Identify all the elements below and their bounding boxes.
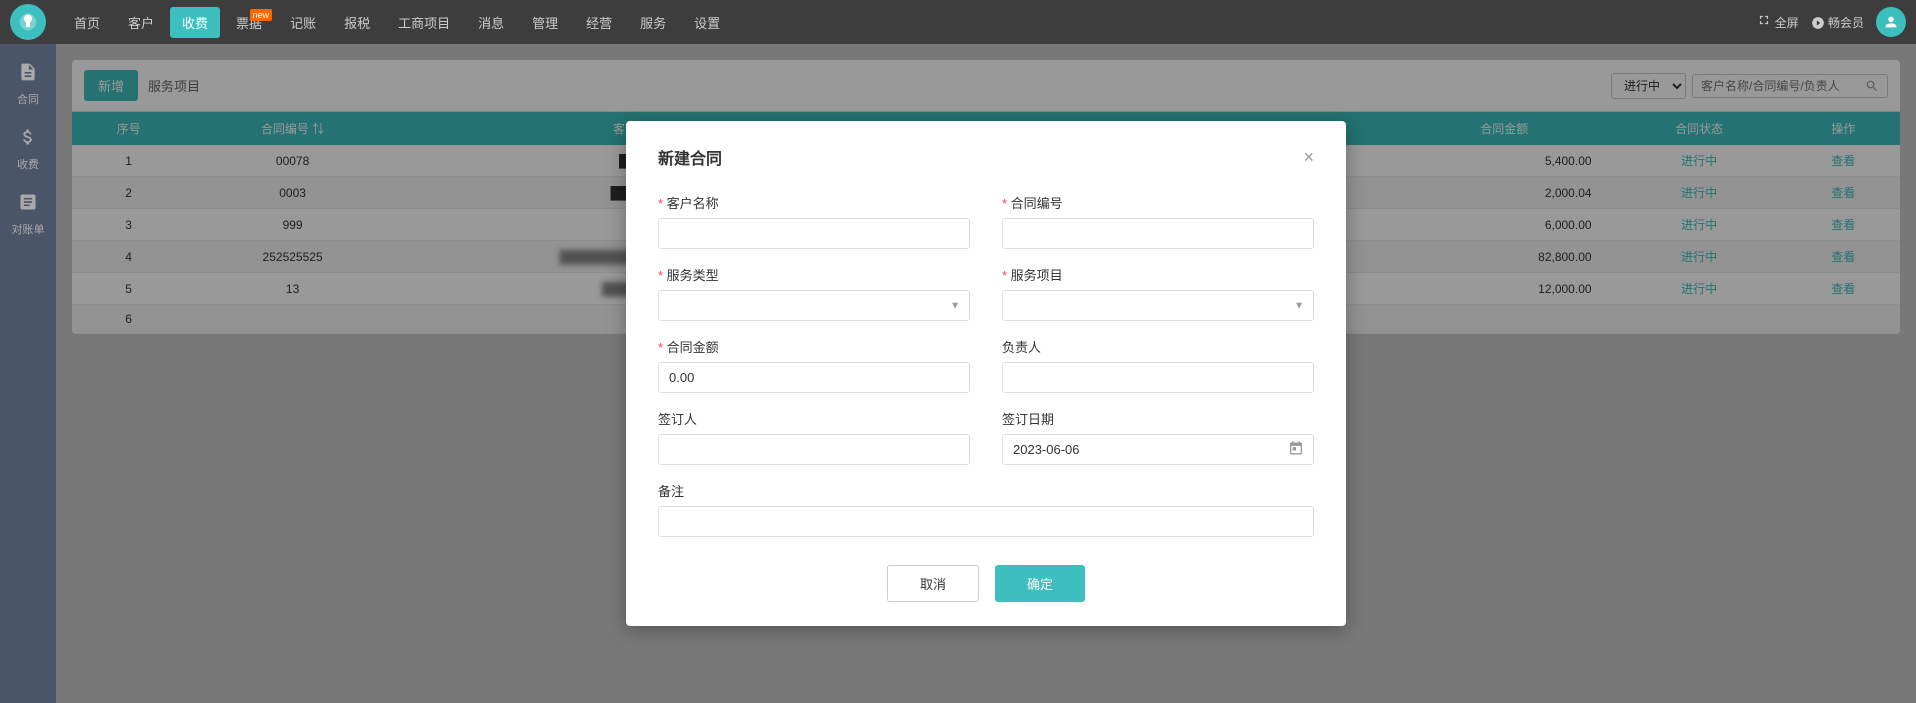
form-row-signer: 签订人 xyxy=(658,409,970,465)
input-sign-date[interactable]: 2023-06-06 xyxy=(1002,434,1314,465)
label-sign-date: 签订日期 xyxy=(1002,409,1314,428)
calendar-icon[interactable] xyxy=(1288,440,1304,459)
input-contract-amount[interactable]: 0.00 xyxy=(658,362,970,393)
sidebar-item-label-reconcile: 对账单 xyxy=(12,221,45,237)
sidebar-item-label-contract: 合同 xyxy=(17,91,39,107)
input-signer[interactable] xyxy=(658,434,970,465)
form-row-service-item: 服务项目 ▼ xyxy=(1002,265,1314,321)
form-row-sign-date: 签订日期 2023-06-06 xyxy=(1002,409,1314,465)
nav-customer[interactable]: 客户 xyxy=(116,7,166,38)
nav-message[interactable]: 消息 xyxy=(466,7,516,38)
form-row-service-type: 服务类型 ▼ xyxy=(658,265,970,321)
nav-business[interactable]: 工商项目 xyxy=(386,7,462,38)
label-remarks: 备注 xyxy=(658,481,1314,500)
modal-overlay: 新建合同 × 客户名称 合同编号 服务类型 xyxy=(56,44,1916,703)
modal-close-button[interactable]: × xyxy=(1303,148,1314,166)
input-responsible[interactable] xyxy=(1002,362,1314,393)
contract-icon xyxy=(18,62,38,87)
content-area: 新增 服务项目 进行中 已完成 已取消 xyxy=(56,44,1916,703)
input-customer-name[interactable] xyxy=(658,218,970,249)
sidebar: 合同 收费 对账单 xyxy=(0,44,56,703)
nav-operation[interactable]: 经营 xyxy=(574,7,624,38)
top-nav: 首页 客户 收费 票据 new 记账 报税 工商项目 消息 管理 经营 服务 设… xyxy=(0,0,1916,44)
new-badge: new xyxy=(250,9,273,21)
sign-date-wrapper: 2023-06-06 xyxy=(1002,434,1314,465)
nav-ticket[interactable]: 票据 new xyxy=(224,7,274,38)
fee-icon xyxy=(18,127,38,152)
label-service-type: 服务类型 xyxy=(658,265,970,284)
user-avatar[interactable] xyxy=(1876,7,1906,37)
nav-service[interactable]: 服务 xyxy=(628,7,678,38)
service-item-wrapper: ▼ xyxy=(1002,290,1314,321)
nav-items: 首页 客户 收费 票据 new 记账 报税 工商项目 消息 管理 经营 服务 设… xyxy=(62,7,1757,38)
modal-form: 客户名称 合同编号 服务类型 ▼ xyxy=(658,193,1314,537)
nav-fee[interactable]: 收费 xyxy=(170,7,220,38)
modal-header: 新建合同 × xyxy=(658,145,1314,169)
input-remarks[interactable] xyxy=(658,506,1314,537)
label-responsible: 负责人 xyxy=(1002,337,1314,356)
sidebar-item-contract[interactable]: 合同 xyxy=(2,54,54,115)
reconcile-icon xyxy=(18,192,38,217)
modal-dialog: 新建合同 × 客户名称 合同编号 服务类型 xyxy=(626,121,1346,626)
form-row-remarks: 备注 xyxy=(658,481,1314,537)
fullscreen-button[interactable]: 全屏 xyxy=(1757,13,1798,31)
label-customer-name: 客户名称 xyxy=(658,193,970,212)
modal-footer: 取消 确定 xyxy=(658,565,1314,602)
confirm-button[interactable]: 确定 xyxy=(995,565,1085,602)
form-row-amount: 合同金额 0.00 xyxy=(658,337,970,393)
label-contract-amount: 合同金额 xyxy=(658,337,970,356)
select-service-type[interactable] xyxy=(658,290,970,321)
label-service-item: 服务项目 xyxy=(1002,265,1314,284)
sidebar-item-label-fee: 收费 xyxy=(17,156,39,172)
form-row-customer: 客户名称 xyxy=(658,193,970,249)
sidebar-item-fee[interactable]: 收费 xyxy=(2,119,54,180)
form-row-responsible: 负责人 xyxy=(1002,337,1314,393)
label-contract-no: 合同编号 xyxy=(1002,193,1314,212)
modal-title: 新建合同 xyxy=(658,145,722,169)
sidebar-item-reconcile[interactable]: 对账单 xyxy=(2,184,54,245)
nav-right: 全屏 畅会员 xyxy=(1757,7,1906,37)
input-contract-no[interactable] xyxy=(1002,218,1314,249)
nav-manage[interactable]: 管理 xyxy=(520,7,570,38)
form-row-contract-no: 合同编号 xyxy=(1002,193,1314,249)
member-button[interactable]: 畅会员 xyxy=(1811,14,1864,31)
main-layout: 合同 收费 对账单 新增 服务项目 进行中 xyxy=(0,44,1916,703)
service-type-wrapper: ▼ xyxy=(658,290,970,321)
nav-home[interactable]: 首页 xyxy=(62,7,112,38)
cancel-button[interactable]: 取消 xyxy=(887,565,979,602)
nav-bookkeeping[interactable]: 记账 xyxy=(278,7,328,38)
logo-icon[interactable] xyxy=(10,4,46,40)
nav-tax[interactable]: 报税 xyxy=(332,7,382,38)
label-signer: 签订人 xyxy=(658,409,970,428)
select-service-item[interactable] xyxy=(1002,290,1314,321)
nav-settings[interactable]: 设置 xyxy=(682,7,732,38)
